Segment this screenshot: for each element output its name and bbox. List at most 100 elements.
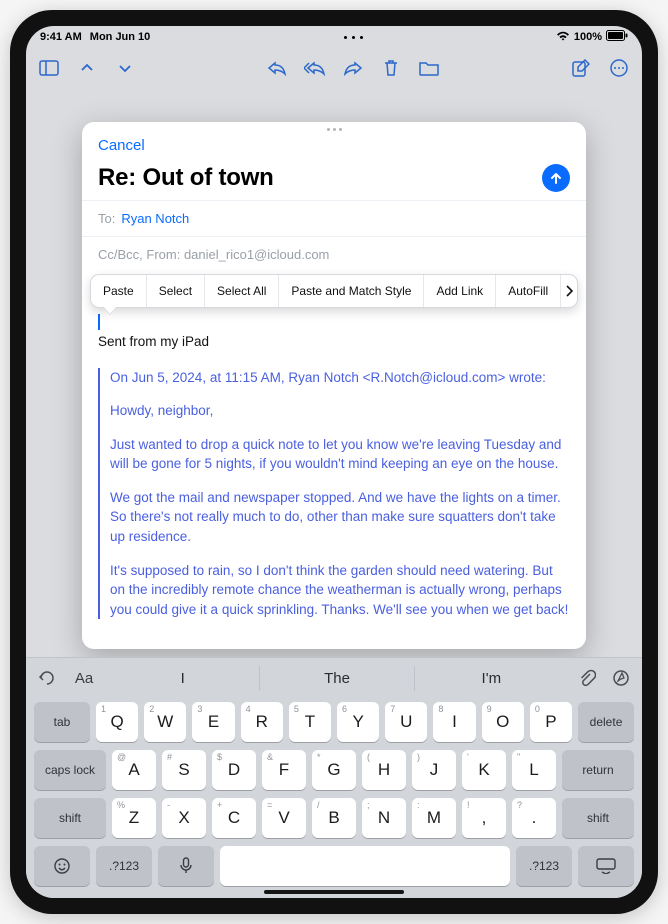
quote-line: Howdy, neighbor, [110,401,570,421]
suggestion-3[interactable]: I'm [414,666,568,691]
key-m[interactable]: :M [412,798,456,838]
subject-title: Re: Out of town [98,164,274,192]
key-j[interactable]: )J [412,750,456,790]
key-shift-right[interactable]: shift [562,798,634,838]
key-v[interactable]: =V [262,798,306,838]
key-o[interactable]: 9O [482,702,524,742]
key-symbols-right[interactable]: .?123 [516,846,572,886]
key-x[interactable]: -X [162,798,206,838]
screen: 9:41 AM Mon Jun 10 100% [26,26,642,898]
signature-text: Sent from my iPad [98,332,570,352]
battery-icon [606,30,628,44]
quote-line: It's supposed to rain, so I don't think … [110,561,570,620]
key-shift-left[interactable]: shift [34,798,106,838]
status-time: 9:41 AM [40,31,82,43]
suggestion-1[interactable]: I [106,666,259,691]
key-s[interactable]: #S [162,750,206,790]
quote-line: We got the mail and newspaper stopped. A… [110,488,570,547]
key-hide-keyboard[interactable] [578,846,634,886]
menu-add-link[interactable]: Add Link [424,275,496,307]
menu-select-all[interactable]: Select All [205,275,279,307]
key-capslock[interactable]: caps lock [34,750,106,790]
markup-icon[interactable] [606,663,636,693]
key-delete[interactable]: delete [578,702,634,742]
quote-header: On Jun 5, 2024, at 11:15 AM, Ryan Notch … [110,368,570,388]
key-f[interactable]: &F [262,750,306,790]
sidebar-toggle-icon[interactable] [38,57,60,79]
status-date: Mon Jun 10 [90,31,151,43]
key-h[interactable]: (H [362,750,406,790]
key-i[interactable]: 8I [433,702,475,742]
ccbcc-label: Cc/Bcc, From: daniel_rico1@icloud.com [98,247,329,262]
key-l[interactable]: "L [512,750,556,790]
chevron-up-icon[interactable] [76,57,98,79]
menu-caret-icon [104,307,116,314]
chevron-right-icon [565,285,573,297]
edit-context-menu: Paste Select Select All Paste and Match … [90,274,578,308]
to-label: To: [98,211,115,226]
key-g[interactable]: *G [312,750,356,790]
key-period[interactable]: ?. [512,798,556,838]
ipad-frame: 9:41 AM Mon Jun 10 100% [10,10,658,914]
key-d[interactable]: $D [212,750,256,790]
key-p[interactable]: 0P [530,702,572,742]
reply-icon[interactable] [266,57,288,79]
key-z[interactable]: %Z [112,798,156,838]
sheet-grabber-icon[interactable] [82,122,586,131]
suggestion-bar: Aa I The I'm [26,658,642,698]
to-recipient[interactable]: Ryan Notch [121,211,189,226]
key-r[interactable]: 4R [241,702,283,742]
key-u[interactable]: 7U [385,702,427,742]
quote-line: Just wanted to drop a quick note to let … [110,435,570,474]
forward-icon[interactable] [342,57,364,79]
compose-body[interactable]: Sent from my iPad On Jun 5, 2024, at 11:… [82,310,586,649]
key-c[interactable]: +C [212,798,256,838]
compose-sheet: Cancel Re: Out of town To: Ryan Notch Cc… [82,122,586,649]
menu-paste-match[interactable]: Paste and Match Style [279,275,424,307]
key-b[interactable]: /B [312,798,356,838]
key-q[interactable]: 1Q [96,702,138,742]
multitask-dots-icon[interactable] [344,36,363,39]
key-comma[interactable]: !, [462,798,506,838]
key-k[interactable]: 'K [462,750,506,790]
home-indicator[interactable] [264,890,404,894]
mail-toolbar [26,48,642,88]
menu-paste[interactable]: Paste [91,275,147,307]
reply-all-icon[interactable] [304,57,326,79]
attachment-icon[interactable] [572,663,602,693]
quoted-message: On Jun 5, 2024, at 11:15 AM, Ryan Notch … [98,368,570,620]
key-tab[interactable]: tab [34,702,90,742]
chevron-down-icon[interactable] [114,57,136,79]
menu-autofill[interactable]: AutoFill [496,275,561,307]
battery-percent: 100% [574,31,602,43]
format-button[interactable]: Aa [66,670,102,687]
key-y[interactable]: 6Y [337,702,379,742]
key-space[interactable] [220,846,510,886]
mic-icon [179,857,193,875]
arrow-up-icon [549,171,563,185]
more-icon[interactable] [608,57,630,79]
suggestion-2[interactable]: The [259,666,413,691]
keyboard-hide-icon [596,858,616,874]
key-t[interactable]: 5T [289,702,331,742]
key-a[interactable]: @A [112,750,156,790]
ccbcc-field[interactable]: Cc/Bcc, From: daniel_rico1@icloud.com [82,236,586,272]
cancel-button[interactable]: Cancel [98,133,145,164]
key-symbols-left[interactable]: .?123 [96,846,152,886]
send-button[interactable] [542,164,570,192]
menu-select[interactable]: Select [147,275,205,307]
trash-icon[interactable] [380,57,402,79]
compose-icon[interactable] [570,57,592,79]
menu-more-button[interactable] [561,275,577,307]
text-cursor [98,314,100,330]
key-n[interactable]: ;N [362,798,406,838]
key-e[interactable]: 3E [192,702,234,742]
key-w[interactable]: 2W [144,702,186,742]
key-return[interactable]: return [562,750,634,790]
wifi-icon [556,31,570,44]
key-dictation[interactable] [158,846,214,886]
to-field[interactable]: To: Ryan Notch [82,200,586,236]
folder-icon[interactable] [418,57,440,79]
key-emoji[interactable] [34,846,90,886]
undo-icon[interactable] [32,663,62,693]
